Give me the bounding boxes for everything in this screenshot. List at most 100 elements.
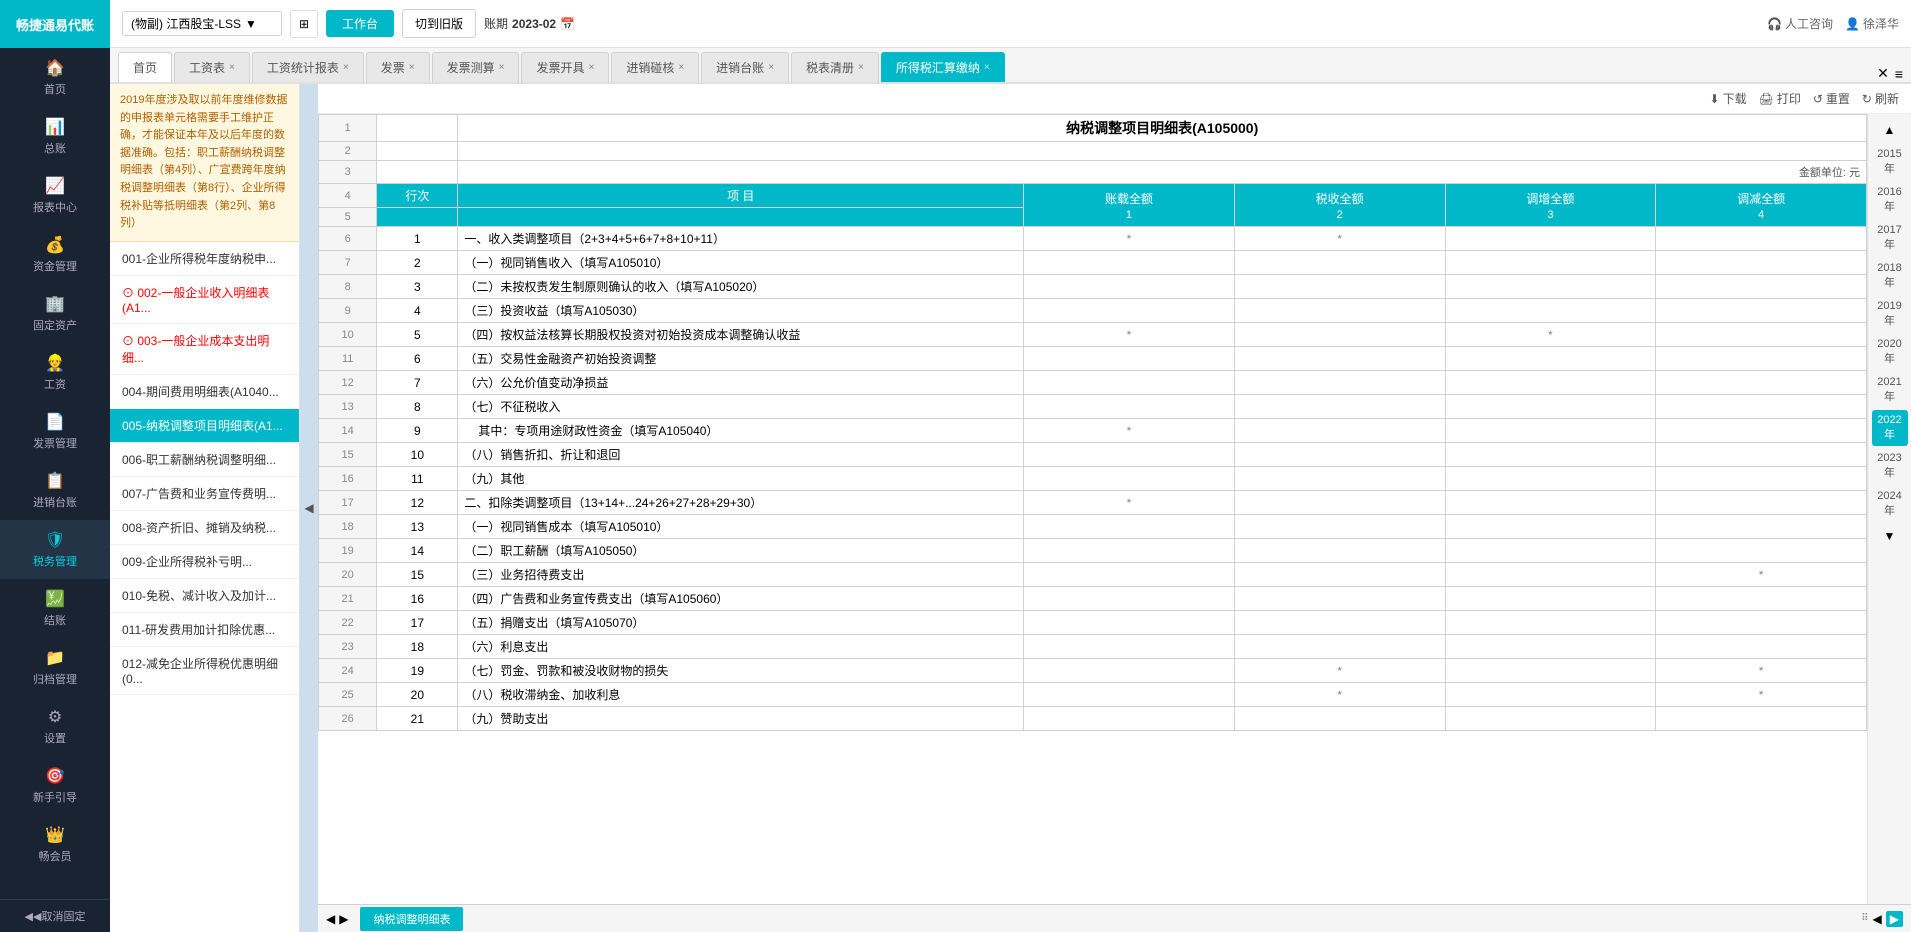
tab-payroll-close[interactable]: × (229, 62, 235, 73)
cell-line[interactable]: 13 (377, 515, 458, 539)
workbench-button[interactable]: 工作台 (326, 10, 394, 37)
cell-line[interactable]: 6 (377, 347, 458, 371)
cell-tax[interactable] (1234, 443, 1445, 467)
cell-tax[interactable] (1234, 395, 1445, 419)
cell-item[interactable]: （六）公允价值变动净损益 (458, 371, 1024, 395)
cell-item[interactable]: （四）按权益法核算长期股权投资对初始投资成本调整确认收益 (458, 323, 1024, 347)
tab-check[interactable]: 进销碰核 × (611, 52, 699, 82)
cell-book[interactable]: * (1024, 419, 1235, 443)
cell-book[interactable] (1024, 347, 1235, 371)
cell-increase[interactable] (1445, 371, 1656, 395)
cell-book[interactable] (1024, 395, 1235, 419)
menu-item-005[interactable]: 005-纳税调整项目明细表(A1... (110, 409, 299, 443)
tab-invoice-issue-close[interactable]: × (588, 62, 594, 73)
sidebar-item-member[interactable]: 👑 畅会员 (0, 815, 110, 874)
year-2021[interactable]: 2021年 (1872, 372, 1908, 408)
tab-tax-list-close[interactable]: × (858, 62, 864, 73)
cell-decrease[interactable] (1656, 635, 1867, 659)
cell-item[interactable]: 一、收入类调整项目（2+3+4+5+6+7+8+10+11） (458, 227, 1024, 251)
cell-decrease[interactable] (1656, 395, 1867, 419)
cell-increase[interactable] (1445, 611, 1656, 635)
cell-item[interactable]: （三）投资收益（填写A105030） (458, 299, 1024, 323)
tab-invoice-close[interactable]: × (409, 62, 415, 73)
cell-decrease[interactable] (1656, 587, 1867, 611)
sidebar-item-home[interactable]: 🏠 首页 (0, 48, 110, 107)
company-settings-icon[interactable]: ⊞ (290, 10, 318, 38)
cell-item[interactable]: （九）赞助支出 (458, 707, 1024, 731)
cell-item[interactable]: （六）利息支出 (458, 635, 1024, 659)
cell-line[interactable]: 15 (377, 563, 458, 587)
year-2020[interactable]: 2020年 (1872, 334, 1908, 370)
cell-book[interactable] (1024, 563, 1235, 587)
sidebar-item-ledger[interactable]: 📊 总账 (0, 107, 110, 166)
cell-book[interactable] (1024, 587, 1235, 611)
cell-item[interactable]: （八）税收滞纳金、加收利息 (458, 683, 1024, 707)
cell-tax[interactable] (1234, 563, 1445, 587)
tab-invoice-calc-close[interactable]: × (499, 62, 505, 73)
year-2017[interactable]: 2017年 (1872, 220, 1908, 256)
year-scroll-up[interactable]: ▲ (1872, 118, 1908, 142)
refresh-button[interactable]: ↻ 刷新 (1862, 90, 1899, 107)
cell-line[interactable]: 3 (377, 275, 458, 299)
sidebar-item-invoice-mgmt[interactable]: 📄 发票管理 (0, 402, 110, 461)
year-2023[interactable]: 2023年 (1872, 448, 1908, 484)
cell-item[interactable]: （八）销售折扣、折让和退回 (458, 443, 1024, 467)
cell-tax[interactable] (1234, 611, 1445, 635)
cell-line[interactable]: 10 (377, 443, 458, 467)
cell-line[interactable]: 9 (377, 419, 458, 443)
collapse-button[interactable]: ◀ (300, 84, 318, 932)
cell-book[interactable]: * (1024, 491, 1235, 515)
more-tabs-icon[interactable]: ≡ (1895, 66, 1903, 82)
cell-book[interactable] (1024, 539, 1235, 563)
cell-tax[interactable] (1234, 275, 1445, 299)
cell-tax[interactable] (1234, 491, 1445, 515)
cell-decrease[interactable] (1656, 347, 1867, 371)
cell-decrease[interactable] (1656, 539, 1867, 563)
cell-tax[interactable]: * (1234, 683, 1445, 707)
cell-increase[interactable] (1445, 227, 1656, 251)
cell-tax[interactable] (1234, 515, 1445, 539)
cell-increase[interactable] (1445, 563, 1656, 587)
print-button[interactable]: 🖨 打印 (1759, 90, 1801, 107)
cell-decrease[interactable] (1656, 443, 1867, 467)
company-selector[interactable]: (物副) 江西股宝-LSS ▼ (122, 11, 282, 36)
cell-line[interactable]: 11 (377, 467, 458, 491)
cell-book[interactable] (1024, 635, 1235, 659)
menu-item-011[interactable]: 011-研发费用加计扣除优惠... (110, 613, 299, 647)
sidebar-item-reports[interactable]: 📈 报表中心 (0, 166, 110, 225)
cell-line[interactable]: 21 (377, 707, 458, 731)
cell-book[interactable] (1024, 707, 1235, 731)
cell-item[interactable]: （五）捐赠支出（填写A105070） (458, 611, 1024, 635)
tab-invoice-calc[interactable]: 发票测算 × (432, 52, 520, 82)
sidebar-item-assets-mgmt[interactable]: 💰 资金管理 (0, 225, 110, 284)
cell-tax[interactable] (1234, 299, 1445, 323)
calendar-icon[interactable]: 📅 (560, 17, 575, 31)
scroll-right-btn[interactable]: ▶ (1886, 911, 1903, 927)
cell-decrease[interactable]: * (1656, 563, 1867, 587)
cell-increase[interactable] (1445, 683, 1656, 707)
tab-ledger-close[interactable]: × (768, 62, 774, 73)
cell-line[interactable]: 18 (377, 635, 458, 659)
service-button[interactable]: 🎧 人工咨询 (1767, 15, 1833, 32)
year-2018[interactable]: 2018年 (1872, 258, 1908, 294)
cell-line[interactable]: 20 (377, 683, 458, 707)
cell-decrease[interactable] (1656, 371, 1867, 395)
menu-item-007[interactable]: 007-广告费和业务宣传费明... (110, 477, 299, 511)
cell-decrease[interactable] (1656, 515, 1867, 539)
close-all-icon[interactable]: ✕ (1877, 65, 1889, 82)
cell-decrease[interactable] (1656, 227, 1867, 251)
cell-increase[interactable] (1445, 347, 1656, 371)
cell-tax[interactable] (1234, 251, 1445, 275)
year-scroll-down[interactable]: ▼ (1872, 524, 1908, 548)
cell-2-a[interactable] (377, 142, 458, 161)
cell-tax[interactable]: * (1234, 227, 1445, 251)
user-area[interactable]: 👤 徐泽华 (1845, 15, 1899, 32)
cell-decrease[interactable]: * (1656, 683, 1867, 707)
cell-book[interactable] (1024, 683, 1235, 707)
cell-increase[interactable] (1445, 395, 1656, 419)
cell-3-a[interactable] (377, 161, 458, 184)
sidebar-item-guide[interactable]: 🎯 新手引导 (0, 756, 110, 815)
cell-line[interactable]: 12 (377, 491, 458, 515)
tab-invoice-issue[interactable]: 发票开具 × (521, 52, 609, 82)
tab-income-tax[interactable]: 所得税汇算缴纳 × (881, 52, 1005, 82)
